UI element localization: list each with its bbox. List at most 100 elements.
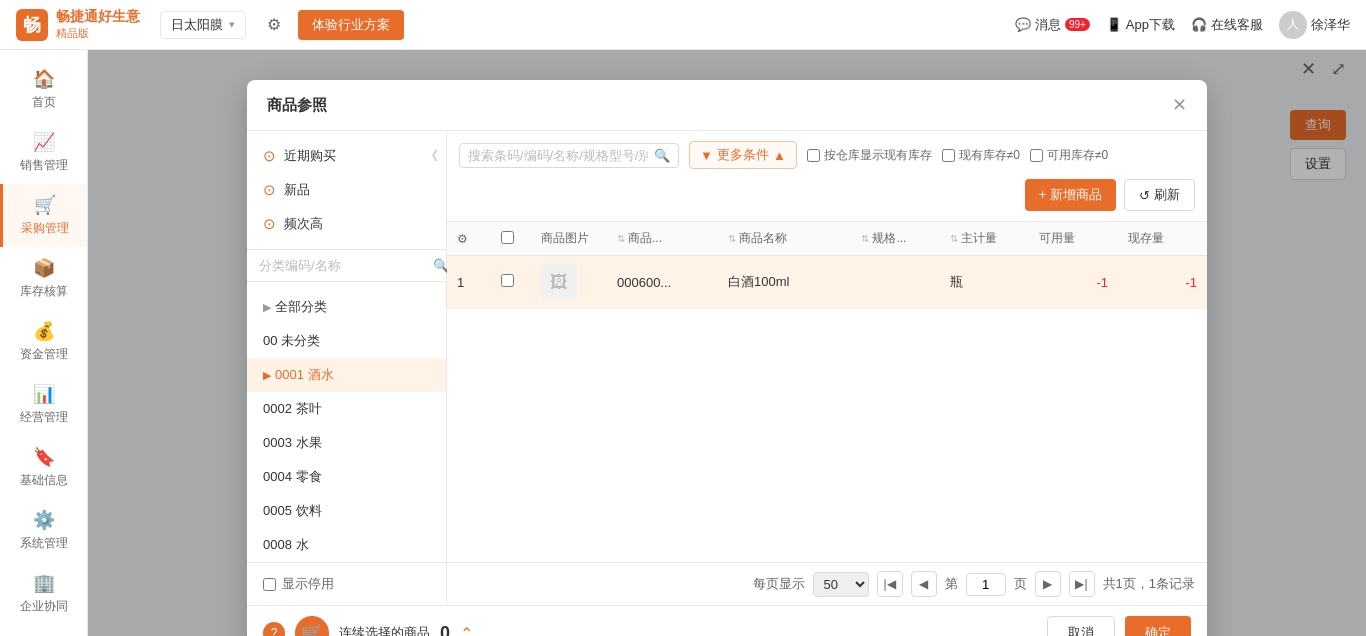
arrow-icon: ▶ (263, 301, 271, 314)
page-label: 第 (945, 575, 958, 593)
cat-item-0003[interactable]: 0003 水果 (247, 426, 446, 460)
cat-item-00[interactable]: 00 未分类 (247, 324, 446, 358)
dialog-overlay: 商品参照 ✕ ⊙ 近期购买 (88, 50, 1366, 636)
row-available: -1 (1029, 256, 1118, 309)
sort-icon[interactable]: ⇅ (728, 233, 736, 244)
checkbox-stock-nonzero[interactable]: 现有库存≠0 (942, 147, 1020, 164)
avatar: 人 (1279, 11, 1307, 39)
tab-new-products[interactable]: ⊙ 新品 (247, 173, 446, 207)
toolbar-right: + 新增商品 ↺ 刷新 (1025, 179, 1195, 211)
sidebar-item-label: 库存核算 (20, 283, 68, 300)
cat-item-0005[interactable]: 0005 饮料 (247, 494, 446, 528)
table-settings-icon[interactable]: ⚙ (457, 232, 468, 246)
toolbar: 🔍 ▼ 更多条件 ▲ 按仓库显示现有库存 (447, 131, 1207, 222)
sidebar-item-label: 企业协同 (20, 598, 68, 615)
show-disabled-label: 显示停用 (282, 575, 334, 593)
nav-online-service[interactable]: 🎧 在线客服 (1191, 16, 1263, 34)
home-icon: 🏠 (33, 68, 55, 90)
search-submit-icon[interactable]: 🔍 (654, 148, 670, 163)
pagination: 每页显示 50 100 |◀ ◀ 第 页 ▶ ▶| (447, 562, 1207, 605)
sidebar-item-label: 首页 (32, 94, 56, 111)
finance-icon: 💰 (33, 320, 55, 342)
select-all-checkbox[interactable] (501, 231, 514, 244)
row-stock: -1 (1118, 256, 1207, 309)
sidebar-item-basic-info[interactable]: 🔖 基础信息 (0, 436, 87, 499)
first-page-button[interactable]: |◀ (877, 571, 903, 597)
tab-label: 新品 (284, 181, 310, 199)
tab-recent-purchase[interactable]: ⊙ 近期购买 (247, 139, 446, 173)
sort-icon[interactable]: ⇅ (617, 233, 625, 244)
chevron-up-icon: ▲ (773, 148, 786, 163)
product-table: ⚙ 商品图片 (447, 222, 1207, 309)
col-header-unit: ⇅ 主计量 (940, 222, 1029, 256)
checkbox-stock-label: 现有库存≠0 (959, 147, 1020, 164)
page-input[interactable] (966, 573, 1006, 596)
username-label: 徐泽华 (1311, 16, 1350, 34)
per-page-select[interactable]: 50 100 (813, 572, 869, 597)
add-product-button[interactable]: + 新增商品 (1025, 179, 1116, 211)
nav-selector[interactable]: 日太阳膜 ▾ (160, 11, 246, 39)
confirm-button[interactable]: 确定 (1125, 616, 1191, 636)
sort-icon[interactable]: ⇅ (950, 233, 958, 244)
tab-label: 频次高 (284, 215, 323, 233)
dialog-body: ⊙ 近期购买 ⊙ 新品 ⊙ 频次高 (247, 131, 1207, 605)
sidebar-item-system[interactable]: ⚙️ 系统管理 (0, 499, 87, 562)
sidebar-item-home[interactable]: 🏠 首页 (0, 58, 87, 121)
dialog-close-button[interactable]: ✕ (1172, 94, 1187, 116)
sidebar-item-label: 经营管理 (20, 409, 68, 426)
cat-label: 全部分类 (275, 298, 327, 316)
refresh-button[interactable]: ↺ 刷新 (1124, 179, 1195, 211)
collapse-footer-button[interactable]: ⌃ (460, 624, 473, 637)
category-search-input[interactable] (259, 258, 427, 273)
online-service-label: 在线客服 (1211, 16, 1263, 34)
col-header-name: ⇅ 商品名称 (718, 222, 851, 256)
checkbox-avail-nonzero[interactable]: 可用库存≠0 (1030, 147, 1108, 164)
last-page-button[interactable]: ▶| (1069, 571, 1095, 597)
next-page-button[interactable]: ▶ (1035, 571, 1061, 597)
sidebar-item-sales[interactable]: 📈 销售管理 (0, 121, 87, 184)
col-header-spec: ⇅ 规格... (851, 222, 940, 256)
cat-item-0002[interactable]: 0002 茶叶 (247, 392, 446, 426)
cat-item-0004[interactable]: 0004 零食 (247, 460, 446, 494)
show-disabled-checkbox[interactable] (263, 578, 276, 591)
table-row[interactable]: 1 🖼 000600... 白酒100ml (447, 256, 1207, 309)
filter-button[interactable]: ▼ 更多条件 ▲ (689, 141, 797, 169)
cart-count: 0 (440, 623, 450, 637)
product-search-input[interactable] (468, 148, 648, 163)
nav-messages[interactable]: 💬 消息 99+ (1015, 16, 1090, 34)
checkbox-warehouse-stock[interactable]: 按仓库显示现有库存 (807, 147, 932, 164)
content-area: 查询 设置 ✕ ⤢ 商品参照 ✕ (88, 50, 1366, 636)
message-badge: 99+ (1065, 18, 1090, 31)
cat-item-0008[interactable]: 0008 水 (247, 528, 446, 562)
inventory-icon: 📦 (33, 257, 55, 279)
sidebar-item-finance[interactable]: 💰 资金管理 (0, 310, 87, 373)
sort-icon[interactable]: ⇅ (861, 233, 869, 244)
left-tabs: ⊙ 近期购买 ⊙ 新品 ⊙ 频次高 (247, 131, 446, 250)
nav-user[interactable]: 人 徐泽华 (1279, 11, 1350, 39)
prev-page-button[interactable]: ◀ (911, 571, 937, 597)
show-disabled-area: 显示停用 (247, 562, 446, 605)
cancel-button[interactable]: 取消 (1047, 616, 1115, 636)
nav-app-download[interactable]: 📱 App下载 (1106, 16, 1175, 34)
cat-label: 0002 茶叶 (263, 400, 322, 418)
sidebar-item-guide[interactable]: 🆕 新手引导 (0, 625, 87, 636)
sidebar-item-purchase[interactable]: 🛒 采购管理 (0, 184, 87, 247)
app-download-label: App下载 (1126, 16, 1175, 34)
arrow-icon: ▶ (263, 369, 271, 382)
logo-area: 畅 畅捷通好生意 精品版 (16, 8, 140, 41)
trial-button[interactable]: 体验行业方案 (298, 10, 404, 40)
cat-item-0001[interactable]: ▶ 0001 酒水 (247, 358, 446, 392)
help-icon[interactable]: ? (263, 622, 285, 636)
left-search: 🔍 (247, 250, 446, 282)
row-code: 000600... (607, 256, 718, 309)
sidebar-item-operations[interactable]: 📊 经营管理 (0, 373, 87, 436)
cat-item-all[interactable]: ▶ 全部分类 (247, 290, 446, 324)
sidebar-item-inventory[interactable]: 📦 库存核算 (0, 247, 87, 310)
collapse-left-panel-button[interactable]: 《 (425, 147, 438, 165)
gear-icon[interactable]: ⚙ (258, 9, 290, 41)
col-header-img: 商品图片 (531, 222, 607, 256)
row-checkbox[interactable] (501, 274, 514, 287)
tab-frequent[interactable]: ⊙ 频次高 (247, 207, 446, 241)
cart-icon[interactable]: 🛒 (295, 616, 329, 636)
sidebar-item-enterprise[interactable]: 🏢 企业协同 (0, 562, 87, 625)
